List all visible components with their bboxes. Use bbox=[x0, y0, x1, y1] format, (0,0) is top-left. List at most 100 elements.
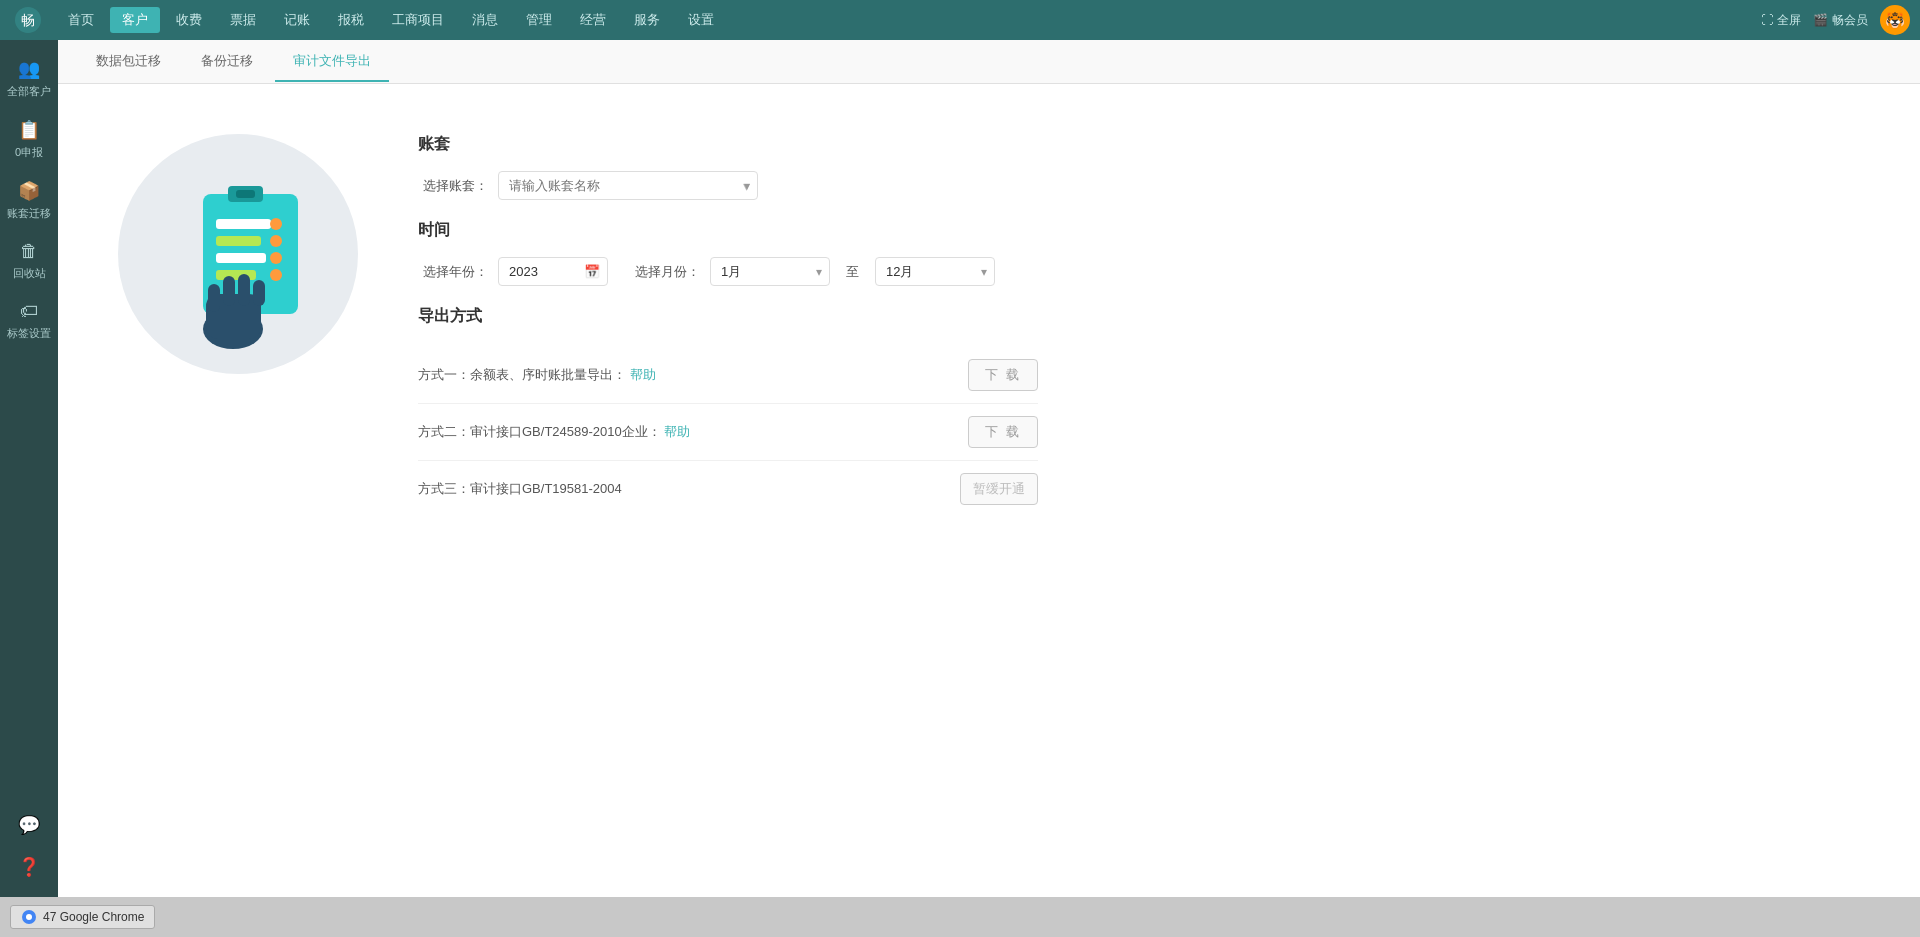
fullscreen-label: 全屏 bbox=[1777, 12, 1801, 29]
sidebar-item-tag-settings[interactable]: 🏷 标签设置 bbox=[0, 291, 58, 351]
fullscreen-icon: ⛶ bbox=[1761, 13, 1773, 27]
sidebar-item-label: 标签设置 bbox=[7, 326, 51, 341]
coming-soon-button: 暂缓开通 bbox=[960, 473, 1038, 505]
export-method-1-label: 方式一：余额表、序时账批量导出： 帮助 bbox=[418, 366, 968, 384]
nav-item-accounting[interactable]: 记账 bbox=[272, 7, 322, 33]
tab-data-migration[interactable]: 数据包迁移 bbox=[78, 42, 179, 82]
zero-declaration-icon: 📋 bbox=[18, 119, 40, 141]
illustration-svg bbox=[148, 154, 328, 354]
svg-point-8 bbox=[270, 235, 282, 247]
account-row: 选择账套： ▾ bbox=[418, 171, 1038, 200]
sidebar-item-all-clients[interactable]: 👥 全部客户 bbox=[0, 48, 58, 109]
sidebar: 👥 全部客户 📋 0申报 📦 账套迁移 🗑 回收站 🏷 标签设置 💬 ❓ bbox=[0, 40, 58, 897]
sidebar-item-zero-declaration[interactable]: 📋 0申报 bbox=[0, 109, 58, 170]
recycle-icon: 🗑 bbox=[20, 241, 38, 262]
nav-item-home[interactable]: 首页 bbox=[56, 7, 106, 33]
export-method-3: 方式三：审计接口GB/T19581-2004 暂缓开通 bbox=[418, 461, 1038, 517]
account-section-title: 账套 bbox=[418, 134, 1038, 155]
tag-settings-icon: 🏷 bbox=[20, 301, 38, 322]
download-button-1[interactable]: 下 载 bbox=[968, 359, 1038, 391]
export-section-title: 导出方式 bbox=[418, 306, 1038, 327]
nav-item-business[interactable]: 工商项目 bbox=[380, 7, 456, 33]
message-icon-bottom[interactable]: 💬 bbox=[11, 807, 47, 843]
month-start-select[interactable]: 1月 2月 3月 4月 5月 6月 7月 8月 9月 10月 11月 12月 bbox=[710, 257, 830, 286]
sidebar-item-label: 全部客户 bbox=[7, 84, 51, 99]
svg-rect-3 bbox=[216, 219, 271, 229]
taskbar-chrome-item[interactable]: 47 Google Chrome bbox=[10, 905, 155, 929]
account-migration-icon: 📦 bbox=[18, 180, 40, 202]
year-input-wrapper: 📅 bbox=[498, 257, 608, 286]
time-section-title: 时间 bbox=[418, 220, 1038, 241]
year-input[interactable] bbox=[498, 257, 608, 286]
download-button-2[interactable]: 下 载 bbox=[968, 416, 1038, 448]
year-label: 选择年份： bbox=[418, 263, 488, 281]
sidebar-item-recycle[interactable]: 🗑 回收站 bbox=[0, 231, 58, 291]
illustration-circle bbox=[118, 134, 358, 374]
top-nav-right: ⛶ 全屏 🎬 畅会员 🐯 bbox=[1761, 5, 1910, 35]
account-select-wrapper: ▾ bbox=[498, 171, 758, 200]
sidebar-item-label: 账套迁移 bbox=[7, 206, 51, 221]
form-area: 账套 选择账套： ▾ 时间 选择年份： 📅 选择月份： bbox=[378, 114, 1078, 867]
svg-rect-4 bbox=[216, 236, 261, 246]
nav-item-client[interactable]: 客户 bbox=[110, 7, 160, 33]
member-button[interactable]: 🎬 畅会员 bbox=[1813, 12, 1868, 29]
taskbar-item-label: 47 Google Chrome bbox=[43, 910, 144, 924]
help-icon-bottom[interactable]: ❓ bbox=[11, 849, 47, 885]
fullscreen-button[interactable]: ⛶ 全屏 bbox=[1761, 12, 1801, 29]
sidebar-item-account-migration[interactable]: 📦 账套迁移 bbox=[0, 170, 58, 231]
account-input[interactable] bbox=[498, 171, 758, 200]
svg-rect-16 bbox=[223, 276, 235, 306]
svg-rect-6 bbox=[216, 270, 256, 280]
svg-point-9 bbox=[270, 252, 282, 264]
svg-point-7 bbox=[270, 218, 282, 230]
month-start-wrapper: 1月 2月 3月 4月 5月 6月 7月 8月 9月 10月 11月 12月 bbox=[710, 257, 830, 286]
export-method-2: 方式二：审计接口GB/T24589-2010企业： 帮助 下 载 bbox=[418, 404, 1038, 461]
month-end-select[interactable]: 1月 2月 3月 4月 5月 6月 7月 8月 9月 10月 11月 12月 bbox=[875, 257, 995, 286]
nav-item-manage[interactable]: 管理 bbox=[514, 7, 564, 33]
to-separator: 至 bbox=[846, 263, 859, 281]
export-section: 方式一：余额表、序时账批量导出： 帮助 下 载 方式二：审计接口GB/T2458… bbox=[418, 347, 1038, 517]
tab-backup-migration[interactable]: 备份迁移 bbox=[183, 42, 271, 82]
illustration-area bbox=[98, 114, 378, 867]
app-logo[interactable]: 畅 bbox=[10, 2, 46, 38]
tab-bar: 数据包迁移 备份迁移 审计文件导出 bbox=[58, 40, 1920, 84]
nav-item-service[interactable]: 服务 bbox=[622, 7, 672, 33]
taskbar: 47 Google Chrome bbox=[0, 897, 1920, 937]
svg-rect-18 bbox=[253, 280, 265, 306]
svg-point-20 bbox=[26, 914, 32, 920]
account-label: 选择账套： bbox=[418, 177, 488, 195]
main-layout: 👥 全部客户 📋 0申报 📦 账套迁移 🗑 回收站 🏷 标签设置 💬 ❓ 数据包… bbox=[0, 40, 1920, 897]
nav-item-tax[interactable]: 报税 bbox=[326, 7, 376, 33]
svg-rect-12 bbox=[236, 190, 255, 198]
sidebar-bottom: 💬 ❓ bbox=[11, 807, 47, 897]
svg-point-10 bbox=[270, 269, 282, 281]
chrome-icon bbox=[21, 909, 37, 925]
member-icon: 🎬 bbox=[1813, 13, 1828, 27]
nav-item-invoice[interactable]: 票据 bbox=[218, 7, 268, 33]
month-end-wrapper: 1月 2月 3月 4月 5月 6月 7月 8月 9月 10月 11月 12月 bbox=[875, 257, 995, 286]
sidebar-item-label: 回收站 bbox=[13, 266, 46, 281]
month-label: 选择月份： bbox=[630, 263, 700, 281]
export-method-3-label: 方式三：审计接口GB/T19581-2004 bbox=[418, 480, 960, 498]
help-link-1[interactable]: 帮助 bbox=[630, 367, 656, 382]
help-link-2[interactable]: 帮助 bbox=[664, 424, 690, 439]
svg-rect-17 bbox=[238, 274, 250, 306]
export-method-2-label: 方式二：审计接口GB/T24589-2010企业： 帮助 bbox=[418, 423, 968, 441]
svg-text:畅: 畅 bbox=[21, 12, 35, 28]
export-method-1: 方式一：余额表、序时账批量导出： 帮助 下 载 bbox=[418, 347, 1038, 404]
user-avatar[interactable]: 🐯 bbox=[1880, 5, 1910, 35]
nav-item-operate[interactable]: 经营 bbox=[568, 7, 618, 33]
time-row: 选择年份： 📅 选择月份： 1月 2月 3月 4月 5月 6月 bbox=[418, 257, 1038, 286]
page-content: 账套 选择账套： ▾ 时间 选择年份： 📅 选择月份： bbox=[58, 84, 1920, 897]
member-label: 畅会员 bbox=[1832, 12, 1868, 29]
top-nav: 畅 首页 客户 收费 票据 记账 报税 工商项目 消息 管理 经营 服务 设置 … bbox=[0, 0, 1920, 40]
nav-item-settings[interactable]: 设置 bbox=[676, 7, 726, 33]
svg-rect-5 bbox=[216, 253, 266, 263]
nav-item-message[interactable]: 消息 bbox=[460, 7, 510, 33]
sidebar-item-label: 0申报 bbox=[15, 145, 43, 160]
svg-rect-15 bbox=[208, 284, 220, 312]
nav-item-charge[interactable]: 收费 bbox=[164, 7, 214, 33]
content-area: 数据包迁移 备份迁移 审计文件导出 bbox=[58, 40, 1920, 897]
all-clients-icon: 👥 bbox=[18, 58, 40, 80]
tab-audit-export[interactable]: 审计文件导出 bbox=[275, 42, 389, 82]
